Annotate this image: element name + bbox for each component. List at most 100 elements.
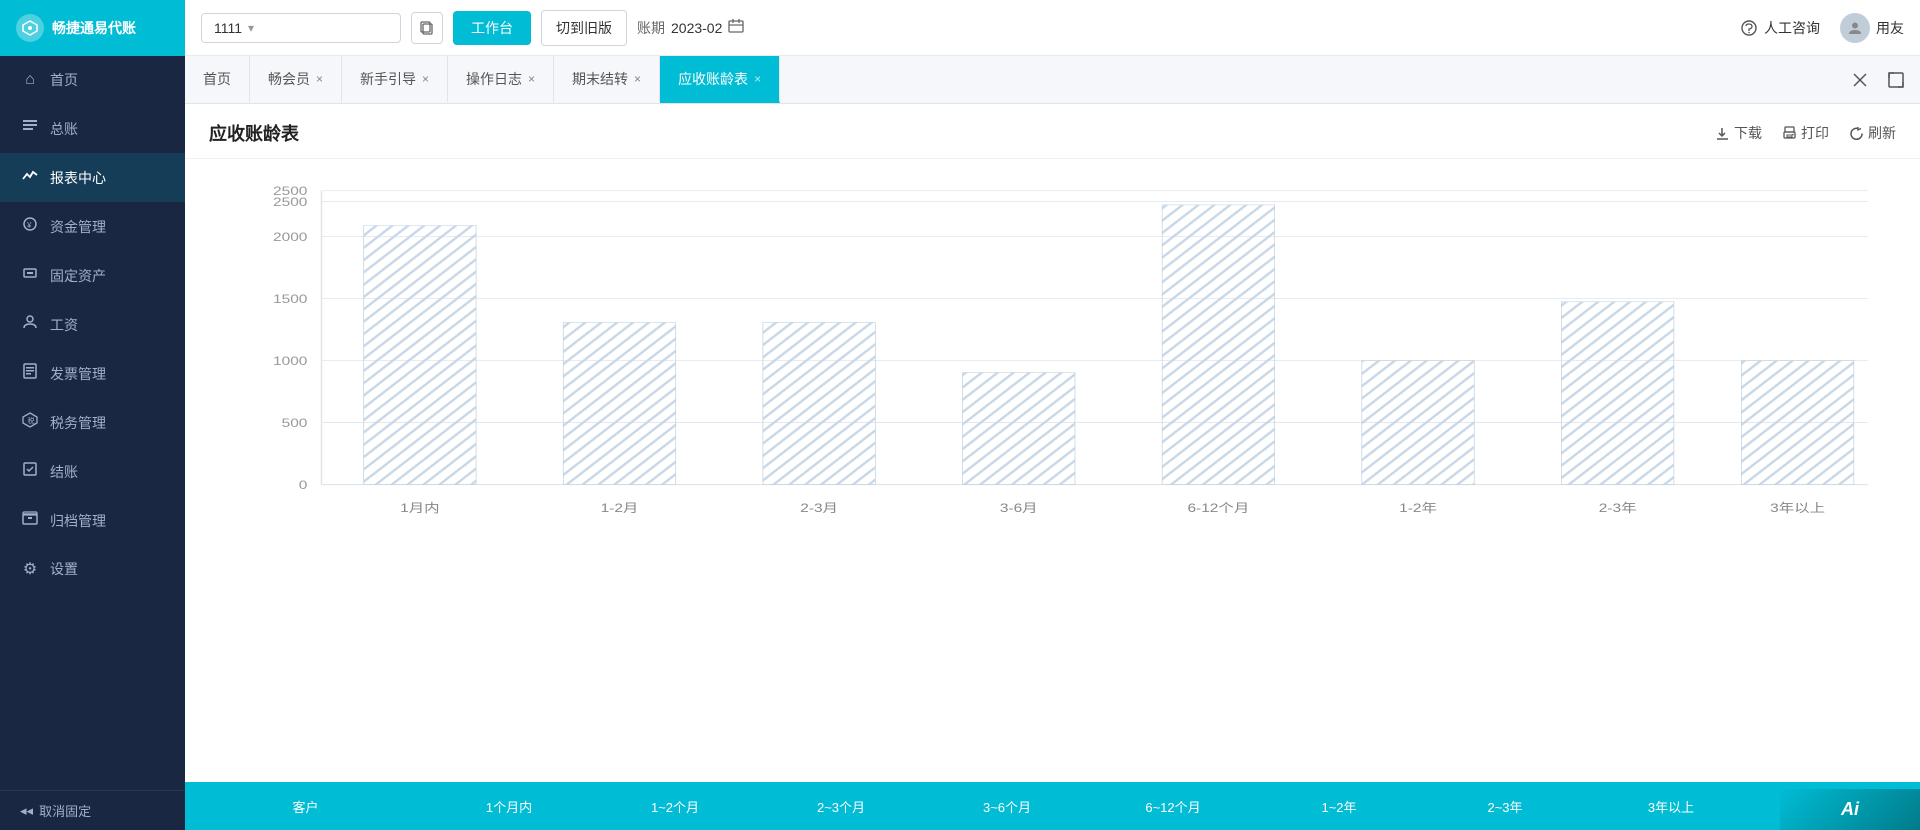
topbar: 1111 ▾ 工作台 切到旧版 账期 2023-02 人工咨询 用友 [185,0,1920,56]
cancel-pin-label: 取消固定 [39,801,91,820]
refresh-button[interactable]: 刷新 [1849,123,1896,143]
svg-text:500: 500 [282,416,308,430]
table-header: 客户 1个月内 1~2个月 2~3个月 3~6个月 6~12个月 1~2年 2~… [185,782,1920,830]
download-button[interactable]: 下载 [1715,123,1762,143]
assets-icon [20,265,40,286]
svg-text:税: 税 [28,416,35,425]
close-icon[interactable]: × [422,72,429,86]
avatar [1840,13,1870,43]
sidebar-item-label: 报表中心 [50,168,106,188]
print-label: 打印 [1801,123,1829,143]
period-value: 2023-02 [671,20,722,36]
print-button[interactable]: 打印 [1782,123,1829,143]
topbar-right: 人工咨询 用友 [1740,13,1904,43]
th-6-12m: 6~12个月 [1090,797,1256,816]
svg-text:1500: 1500 [273,292,308,306]
maximize-button[interactable] [1882,66,1910,94]
sidebar-item-archive[interactable]: 归档管理 [0,496,185,545]
sidebar-item-label: 归档管理 [50,511,106,531]
logo-icon [16,14,44,42]
sidebar-item-reports[interactable]: 报表中心 [0,153,185,202]
tab-home-label: 首页 [203,69,231,89]
page-title: 应收账龄表 [209,120,299,146]
tab-oplog[interactable]: 操作日志 × [448,56,554,103]
tab-member[interactable]: 畅会员 × [250,56,342,103]
svg-text:3-6月: 3-6月 [1000,501,1038,515]
home-icon: ⌂ [20,71,40,89]
pin-icon: ◂◂ [20,803,33,819]
company-select[interactable]: 1111 ▾ [201,13,401,43]
close-all-button[interactable] [1846,66,1874,94]
th-1-2m: 1~2个月 [592,797,758,816]
user-label: 用友 [1876,18,1904,38]
sidebar-item-label: 工资 [50,315,78,335]
th-3-6m: 3~6个月 [924,797,1090,816]
logo-text: 畅捷通易代账 [52,18,136,38]
tab-guide[interactable]: 新手引导 × [342,56,448,103]
invoice-icon [20,363,40,384]
tab-ar-aging[interactable]: 应收账龄表 × [660,56,780,103]
svg-text:2500: 2500 [273,184,308,198]
sidebar-item-tax[interactable]: 税 税务管理 [0,398,185,447]
switch-old-button[interactable]: 切到旧版 [541,10,627,46]
close-icon[interactable]: × [634,72,641,86]
sidebar-item-label: 税务管理 [50,413,106,433]
tab-oplog-label: 操作日志 [466,69,522,89]
sidebar-item-label: 设置 [50,559,78,579]
sidebar-item-checkout[interactable]: 结账 [0,447,185,496]
funds-icon: ¥ [20,216,40,237]
consult-button[interactable]: 人工咨询 [1740,18,1820,38]
sidebar-item-invoice[interactable]: 发票管理 [0,349,185,398]
chart-area: 0 500 1000 1500 2000 2500 2500 1 [185,159,1920,782]
archive-icon [20,510,40,531]
svg-text:1月内: 1月内 [400,501,439,515]
ai-badge[interactable]: Ai [1780,789,1920,830]
sidebar-item-label: 发票管理 [50,364,106,384]
checkout-icon [20,461,40,482]
close-icon[interactable]: × [528,72,535,86]
svg-text:0: 0 [299,478,308,492]
sidebar-item-ledger[interactable]: 总账 [0,104,185,153]
th-2-3m: 2~3个月 [758,797,924,816]
tab-period-end-label: 期末结转 [572,69,628,89]
tab-home[interactable]: 首页 [185,56,250,103]
sidebar-item-label: 固定资产 [50,266,106,286]
content-header: 应收账龄表 下载 打印 刷新 [185,104,1920,159]
sidebar-item-home[interactable]: ⌂ 首页 [0,56,185,104]
main: 1111 ▾ 工作台 切到旧版 账期 2023-02 人工咨询 用友 [185,0,1920,830]
svg-text:3年以上: 3年以上 [1770,501,1825,515]
close-icon[interactable]: × [316,72,323,86]
svg-text:2-3年: 2-3年 [1599,501,1637,515]
sidebar-item-assets[interactable]: 固定资产 [0,251,185,300]
tab-ar-aging-label: 应收账龄表 [678,69,748,89]
sidebar-nav: ⌂ 首页 总账 报表中心 ¥ 资金管理 固定资产 [0,56,185,790]
tabbar: 首页 畅会员 × 新手引导 × 操作日志 × 期末结转 × 应收账龄表 × [185,56,1920,104]
copy-button[interactable] [411,12,443,44]
workbench-button[interactable]: 工作台 [453,11,531,45]
user-button[interactable]: 用友 [1840,13,1904,43]
ledger-icon [20,118,40,139]
salary-icon [20,314,40,335]
content: 应收账龄表 下载 打印 刷新 [185,104,1920,830]
svg-text:1-2年: 1-2年 [1399,501,1437,515]
th-customer: 客户 [185,797,426,816]
sidebar-logo: 畅捷通易代账 [0,0,185,56]
calendar-icon[interactable] [728,18,744,37]
th-1m: 1个月内 [426,797,592,816]
sidebar-item-salary[interactable]: 工资 [0,300,185,349]
sidebar-item-settings[interactable]: ⚙ 设置 [0,545,185,593]
consult-label: 人工咨询 [1764,18,1820,38]
close-icon[interactable]: × [754,72,761,86]
tab-period-end[interactable]: 期末结转 × [554,56,660,103]
sidebar-item-label: 首页 [50,70,78,90]
svg-text:6-12个月: 6-12个月 [1187,501,1249,515]
refresh-label: 刷新 [1868,123,1896,143]
download-label: 下载 [1734,123,1762,143]
sidebar-item-funds[interactable]: ¥ 资金管理 [0,202,185,251]
svg-text:1000: 1000 [273,354,308,368]
cancel-pin-button[interactable]: ◂◂ 取消固定 [0,790,185,830]
svg-text:2000: 2000 [273,230,308,244]
period-info: 账期 2023-02 [637,18,744,38]
content-actions: 下载 打印 刷新 [1715,123,1896,143]
reports-icon [20,167,40,188]
